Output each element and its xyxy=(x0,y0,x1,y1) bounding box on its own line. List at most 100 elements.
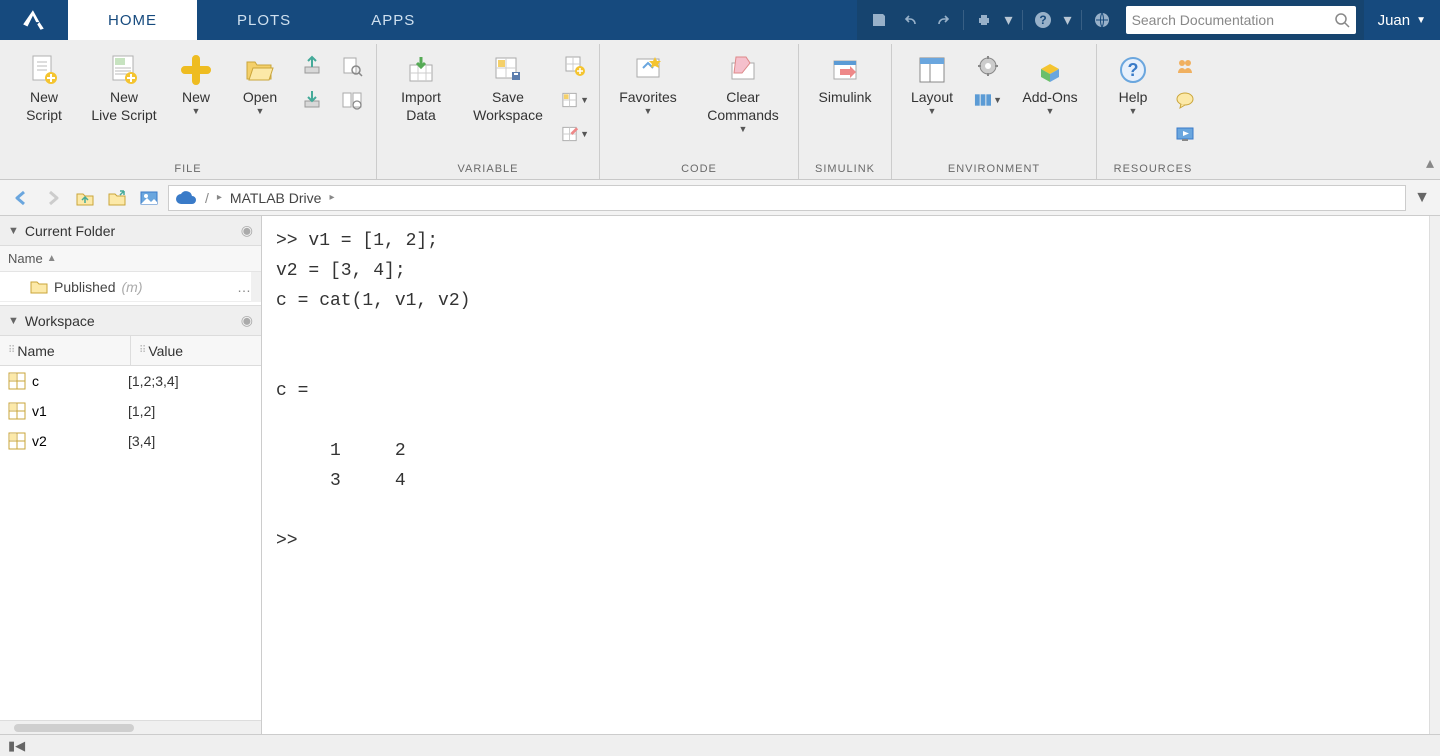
chevron-down-icon: ▼ xyxy=(1046,106,1055,116)
addons-button[interactable]: Add-Ons ▼ xyxy=(1014,48,1086,116)
collapse-triangle-icon[interactable]: ▼ xyxy=(8,225,19,237)
path-bar: / ▸ MATLAB Drive ▸ ▼ xyxy=(0,180,1440,216)
workspace-row[interactable]: v2 [3,4] xyxy=(0,426,261,456)
simulink-button[interactable]: Simulink xyxy=(809,48,881,106)
horizontal-scrollbar[interactable] xyxy=(0,720,261,734)
tab-apps[interactable]: APPS xyxy=(331,0,455,40)
open-button[interactable]: Open ▼ xyxy=(234,48,286,116)
open-variable-icon[interactable]: ▼ xyxy=(561,86,589,114)
resources-mini-buttons xyxy=(1171,48,1199,148)
vertical-scrollbar[interactable] xyxy=(1429,216,1440,734)
upload-icon[interactable] xyxy=(298,52,326,80)
user-name: Juan xyxy=(1378,12,1411,29)
folder-row[interactable]: Published (m) … xyxy=(0,272,261,302)
file-mini-buttons-2 xyxy=(338,48,366,114)
chevron-down-icon: ▼ xyxy=(1129,106,1138,116)
back-icon[interactable] xyxy=(8,185,34,211)
panel-options-icon[interactable]: ◉ xyxy=(241,312,253,329)
path-input[interactable]: / ▸ MATLAB Drive ▸ xyxy=(168,185,1406,211)
sort-asc-icon: ▲ xyxy=(47,253,57,264)
save-workspace-button[interactable]: Save Workspace xyxy=(467,48,549,124)
current-folder-column-header[interactable]: Name ▲ xyxy=(0,246,261,272)
picture-folder-icon[interactable] xyxy=(136,185,162,211)
layout-button[interactable]: Layout ▼ xyxy=(902,48,962,116)
file-mini-buttons xyxy=(298,48,326,114)
tab-plots[interactable]: PLOTS xyxy=(197,0,331,40)
browse-folder-icon[interactable] xyxy=(104,185,130,211)
path-segment[interactable]: MATLAB Drive xyxy=(230,190,322,206)
grip-icon: ⠿ xyxy=(139,345,144,356)
sidebar: ▼ Current Folder ◉ Name ▲ Published (m) … xyxy=(0,216,262,734)
chevron-down-icon[interactable]: ▾ xyxy=(1061,6,1075,34)
favorites-button[interactable]: Favorites ▼ xyxy=(610,48,686,116)
main-area: ▼ Current Folder ◉ Name ▲ Published (m) … xyxy=(0,216,1440,734)
command-window[interactable]: >> v1 = [1, 2]; v2 = [3, 4]; c = cat(1, … xyxy=(262,216,1429,734)
undo-icon[interactable] xyxy=(897,6,925,34)
grip-icon: ⠿ xyxy=(8,345,13,356)
ribbon-group-resources: ? Help ▼ RESOURCES xyxy=(1097,44,1209,179)
download-icon[interactable] xyxy=(298,86,326,114)
collapse-ribbon-icon[interactable]: ▴ xyxy=(1426,153,1434,173)
set-path-icon[interactable]: ▼ xyxy=(974,86,1002,114)
panel-options-icon[interactable]: ◉ xyxy=(241,222,253,239)
request-support-icon[interactable] xyxy=(1171,86,1199,114)
workspace-col-name[interactable]: ⠿Name xyxy=(0,336,131,365)
search-icon xyxy=(1334,12,1350,28)
help-icon[interactable]: ? xyxy=(1029,6,1057,34)
tab-home[interactable]: HOME xyxy=(68,0,197,40)
community-icon[interactable] xyxy=(1171,52,1199,80)
workspace-row[interactable]: c [1,2;3,4] xyxy=(0,366,261,396)
learn-matlab-icon[interactable] xyxy=(1171,120,1199,148)
collapse-triangle-icon[interactable]: ▼ xyxy=(8,315,19,327)
variable-icon xyxy=(8,372,26,390)
top-bar: HOME PLOTS APPS ▾ ? ▾ Juan ▼ xyxy=(0,0,1440,40)
panel-title: Current Folder xyxy=(25,223,115,239)
workspace-body: c [1,2;3,4] v1 [1,2] v2 [3,4] xyxy=(0,366,261,720)
variable-mini-buttons: ▼ ▼ xyxy=(561,48,589,148)
chevron-down-icon: ▼ xyxy=(256,106,265,116)
cloud-icon xyxy=(175,190,197,206)
new-button[interactable]: New ▼ xyxy=(170,48,222,116)
workspace-col-value[interactable]: ⠿Value xyxy=(131,336,261,365)
path-separator: / xyxy=(205,190,209,206)
up-folder-icon[interactable] xyxy=(72,185,98,211)
import-data-button[interactable]: Import Data xyxy=(387,48,455,124)
clear-commands-button[interactable]: Clear Commands ▼ xyxy=(698,48,788,134)
help-button[interactable]: ? Help ▼ xyxy=(1107,48,1159,116)
matlab-logo xyxy=(0,0,68,40)
workspace-header[interactable]: ▼ Workspace ◉ xyxy=(0,306,261,336)
ribbon-group-code: Favorites ▼ Clear Commands ▼ CODE xyxy=(600,44,799,179)
search-input[interactable] xyxy=(1132,12,1334,28)
folder-icon xyxy=(30,279,48,294)
compare-icon[interactable] xyxy=(338,86,366,114)
workspace-row[interactable]: v1 [1,2] xyxy=(0,396,261,426)
environment-mini-buttons: ▼ xyxy=(974,48,1002,114)
vertical-scrollbar[interactable] xyxy=(251,272,261,302)
chevron-down-icon[interactable]: ▾ xyxy=(1002,6,1016,34)
user-menu[interactable]: Juan ▼ xyxy=(1364,0,1440,40)
new-variable-icon[interactable] xyxy=(561,52,589,80)
search-box[interactable] xyxy=(1126,6,1356,34)
rewind-icon[interactable]: ▮◀ xyxy=(8,738,25,754)
chevron-right-icon: ▸ xyxy=(329,192,334,203)
panel-title: Workspace xyxy=(25,313,95,329)
redo-icon[interactable] xyxy=(929,6,957,34)
ribbon-group-file: New Script New Live Script New ▼ Open ▼ xyxy=(0,44,377,179)
new-live-script-button[interactable]: New Live Script xyxy=(90,48,158,124)
find-files-icon[interactable] xyxy=(338,52,366,80)
new-script-button[interactable]: New Script xyxy=(10,48,78,124)
ribbon-group-environment: Layout ▼ ▼ Add-Ons ▼ ENVIRONMENT xyxy=(892,44,1097,179)
svg-text:?: ? xyxy=(1128,60,1139,80)
community-icon[interactable] xyxy=(1088,6,1116,34)
variable-icon xyxy=(8,432,26,450)
current-folder-header[interactable]: ▼ Current Folder ◉ xyxy=(0,216,261,246)
print-icon[interactable] xyxy=(970,6,998,34)
forward-icon[interactable] xyxy=(40,185,66,211)
path-dropdown-icon[interactable]: ▼ xyxy=(1412,189,1432,207)
folder-name: Published xyxy=(54,279,116,295)
folder-annotation: (m) xyxy=(122,279,143,295)
clear-workspace-icon[interactable]: ▼ xyxy=(561,120,589,148)
ribbon: New Script New Live Script New ▼ Open ▼ xyxy=(0,40,1440,180)
preferences-icon[interactable] xyxy=(974,52,1002,80)
save-icon[interactable] xyxy=(865,6,893,34)
